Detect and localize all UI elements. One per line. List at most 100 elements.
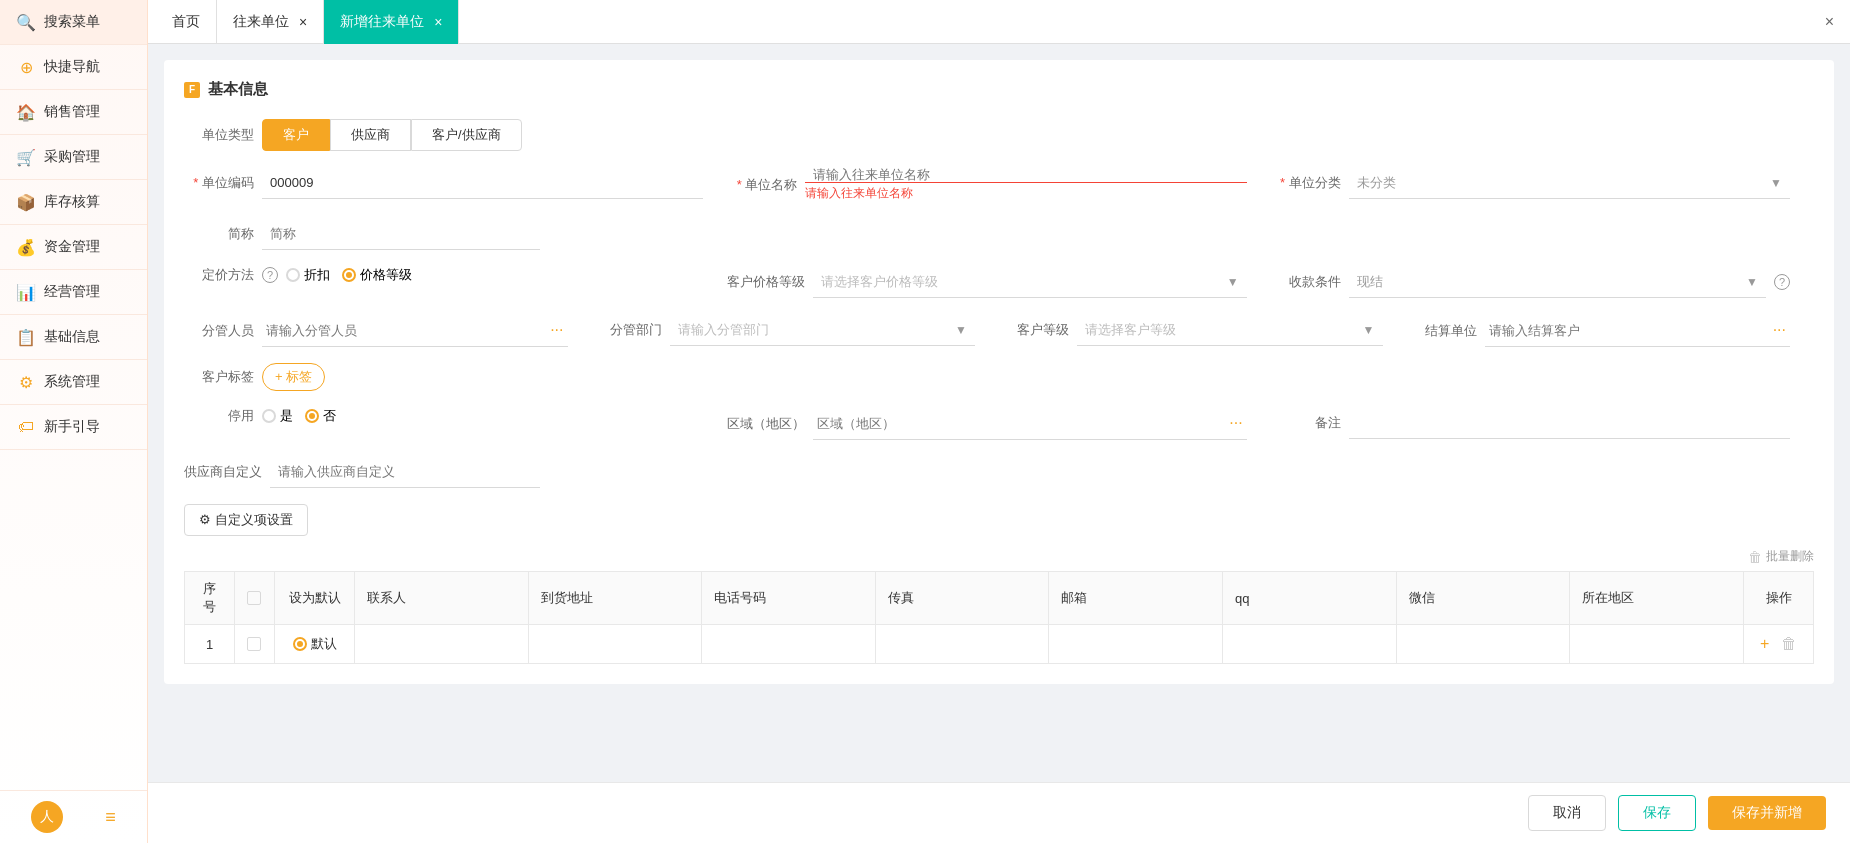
section-title-icon: F — [184, 82, 200, 98]
add-tag-button[interactable]: + 标签 — [262, 363, 325, 391]
inventory-icon: 📦 — [16, 192, 36, 212]
col-email-header: 邮箱 — [1049, 572, 1223, 625]
payment-terms-select[interactable]: 现结 ▼ — [1349, 266, 1766, 298]
pricing-label-level: 价格等级 — [360, 266, 412, 284]
row-delete-button[interactable]: 🗑 — [1777, 633, 1801, 655]
supplier-custom-input[interactable] — [270, 456, 540, 488]
abbreviation-item: 简称 — [184, 218, 564, 250]
type-btn-customer[interactable]: 客户 — [262, 119, 330, 151]
sidebar: 🔍 搜索菜单 ⊕ 快捷导航 🏠 销售管理 🛒 采购管理 📦 库存核算 💰 资金管… — [0, 0, 148, 843]
sidebar-item-quick-nav[interactable]: ⊕ 快捷导航 — [0, 45, 147, 90]
row-qq — [1222, 625, 1396, 664]
sidebar-item-guide[interactable]: 🏷 新手引导 — [0, 405, 147, 450]
sidebar-item-sales[interactable]: 🏠 销售管理 — [0, 90, 147, 135]
tab-counterparty-close[interactable]: × — [299, 14, 307, 30]
pricing-help-icon[interactable]: ? — [262, 267, 278, 283]
email-input[interactable] — [1061, 637, 1210, 652]
tags-label: 客户标签 — [184, 368, 254, 386]
disabled-radio-no — [305, 409, 319, 423]
table-header-row: 序号 设为默认 联系人 到货地址 电话号码 传真 邮箱 qq 微信 所在地区 — [185, 572, 1814, 625]
customer-price-placeholder: 请选择客户价格等级 — [821, 273, 938, 291]
customer-level-item: 客户等级 请选择客户等级 ▼ — [999, 314, 1407, 346]
unit-category-arrow: ▼ — [1770, 176, 1782, 190]
disabled-option-yes[interactable]: 是 — [262, 407, 293, 425]
wechat-input[interactable] — [1409, 637, 1558, 652]
tab-counterparty[interactable]: 往来单位 × — [217, 0, 324, 44]
row-contact — [355, 625, 529, 664]
unit-type-label: 单位类型 — [184, 126, 254, 144]
row-checkbox[interactable] — [247, 637, 261, 651]
sidebar-label-quick-nav: 快捷导航 — [44, 58, 100, 76]
supervisor-label: 分管人员 — [184, 322, 254, 340]
pricing-option-level[interactable]: 价格等级 — [342, 266, 412, 284]
settlement-unit-input[interactable] — [1485, 314, 1769, 346]
payment-terms-arrow: ▼ — [1746, 275, 1758, 289]
unit-name-input[interactable] — [805, 167, 1246, 183]
tab-new-counterparty-close[interactable]: × — [434, 14, 442, 30]
region-dots-btn[interactable]: ··· — [1225, 414, 1246, 432]
tab-new-counterparty[interactable]: 新增往来单位 × — [324, 0, 459, 44]
unit-code-input[interactable] — [262, 167, 703, 199]
pricing-option-discount[interactable]: 折扣 — [286, 266, 330, 284]
save-new-button[interactable]: 保存并新增 — [1708, 796, 1826, 830]
settlement-unit-dots-btn[interactable]: ··· — [1769, 321, 1790, 339]
content-area: F 基本信息 单位类型 客户 供应商 客户/供应商 * 单位 — [148, 44, 1850, 782]
unit-code-item: * 单位编码 — [184, 167, 727, 199]
sidebar-item-operations[interactable]: 📊 经营管理 — [0, 270, 147, 315]
customer-level-label: 客户等级 — [999, 321, 1069, 339]
address-input[interactable] — [541, 637, 690, 652]
user-avatar[interactable]: 人 — [31, 801, 63, 833]
cancel-button[interactable]: 取消 — [1528, 795, 1606, 831]
system-icon: ⚙ — [16, 372, 36, 392]
default-radio-item[interactable]: 默认 — [287, 635, 342, 653]
settlement-unit-label: 结算单位 — [1407, 322, 1477, 340]
tab-home[interactable]: 首页 — [156, 0, 217, 44]
supervisor-dots-btn[interactable]: ··· — [546, 321, 567, 339]
payment-terms-item: 收款条件 现结 ▼ ? — [1271, 266, 1814, 298]
sidebar-item-purchase[interactable]: 🛒 采购管理 — [0, 135, 147, 180]
abbreviation-input[interactable] — [262, 218, 540, 250]
row-check — [235, 625, 275, 664]
batch-delete-label[interactable]: 批量删除 — [1766, 548, 1814, 565]
sidebar-item-finance[interactable]: 💰 资金管理 — [0, 225, 147, 270]
col-phone-header: 电话号码 — [702, 572, 876, 625]
guide-icon: 🏷 — [16, 417, 36, 437]
custom-settings-button[interactable]: ⚙ 自定义项设置 — [184, 504, 308, 536]
unit-name-error: 请输入往来单位名称 — [805, 185, 1246, 202]
sidebar-item-search[interactable]: 🔍 搜索菜单 — [0, 0, 147, 45]
row-wechat — [1396, 625, 1570, 664]
customer-price-select[interactable]: 请选择客户价格等级 ▼ — [813, 266, 1246, 298]
tab-bar-close-all[interactable]: × — [1825, 13, 1834, 31]
customer-level-select[interactable]: 请选择客户等级 ▼ — [1077, 314, 1383, 346]
remark-input[interactable] — [1349, 407, 1790, 439]
payment-terms-help-icon[interactable]: ? — [1774, 274, 1790, 290]
sidebar-label-operations: 经营管理 — [44, 283, 100, 301]
phone-input[interactable] — [714, 637, 863, 652]
sidebar-label-basic-info: 基础信息 — [44, 328, 100, 346]
contact-input[interactable] — [367, 637, 516, 652]
sidebar-item-basic-info[interactable]: 📋 基础信息 — [0, 315, 147, 360]
qq-input[interactable] — [1235, 637, 1384, 652]
sidebar-label-search: 搜索菜单 — [44, 13, 100, 31]
row-region-input[interactable] — [1582, 637, 1731, 652]
settlement-unit-input-wrap: ··· — [1485, 314, 1791, 347]
row-num: 1 — [185, 625, 235, 664]
disabled-radio-yes — [262, 409, 276, 423]
sidebar-expand-icon[interactable]: ≡ — [105, 807, 116, 828]
row-add-button[interactable]: + — [1756, 633, 1773, 655]
region-input[interactable] — [813, 407, 1225, 439]
sidebar-item-inventory[interactable]: 📦 库存核算 — [0, 180, 147, 225]
select-all-checkbox[interactable] — [247, 591, 261, 605]
type-btn-both[interactable]: 客户/供应商 — [411, 119, 522, 151]
unit-category-select[interactable]: 未分类 ▼ — [1349, 167, 1790, 199]
sidebar-item-system[interactable]: ⚙ 系统管理 — [0, 360, 147, 405]
col-address-header: 到货地址 — [528, 572, 702, 625]
supervisor-input-wrap: ··· — [262, 314, 568, 347]
fax-input[interactable] — [888, 637, 1037, 652]
supervisor-input[interactable] — [262, 314, 546, 346]
type-btn-supplier[interactable]: 供应商 — [330, 119, 411, 151]
disabled-option-no[interactable]: 否 — [305, 407, 336, 425]
department-select[interactable]: 请输入分管部门 ▼ — [670, 314, 976, 346]
save-button[interactable]: 保存 — [1618, 795, 1696, 831]
unit-name-wrap: 请输入往来单位名称 — [805, 167, 1246, 202]
